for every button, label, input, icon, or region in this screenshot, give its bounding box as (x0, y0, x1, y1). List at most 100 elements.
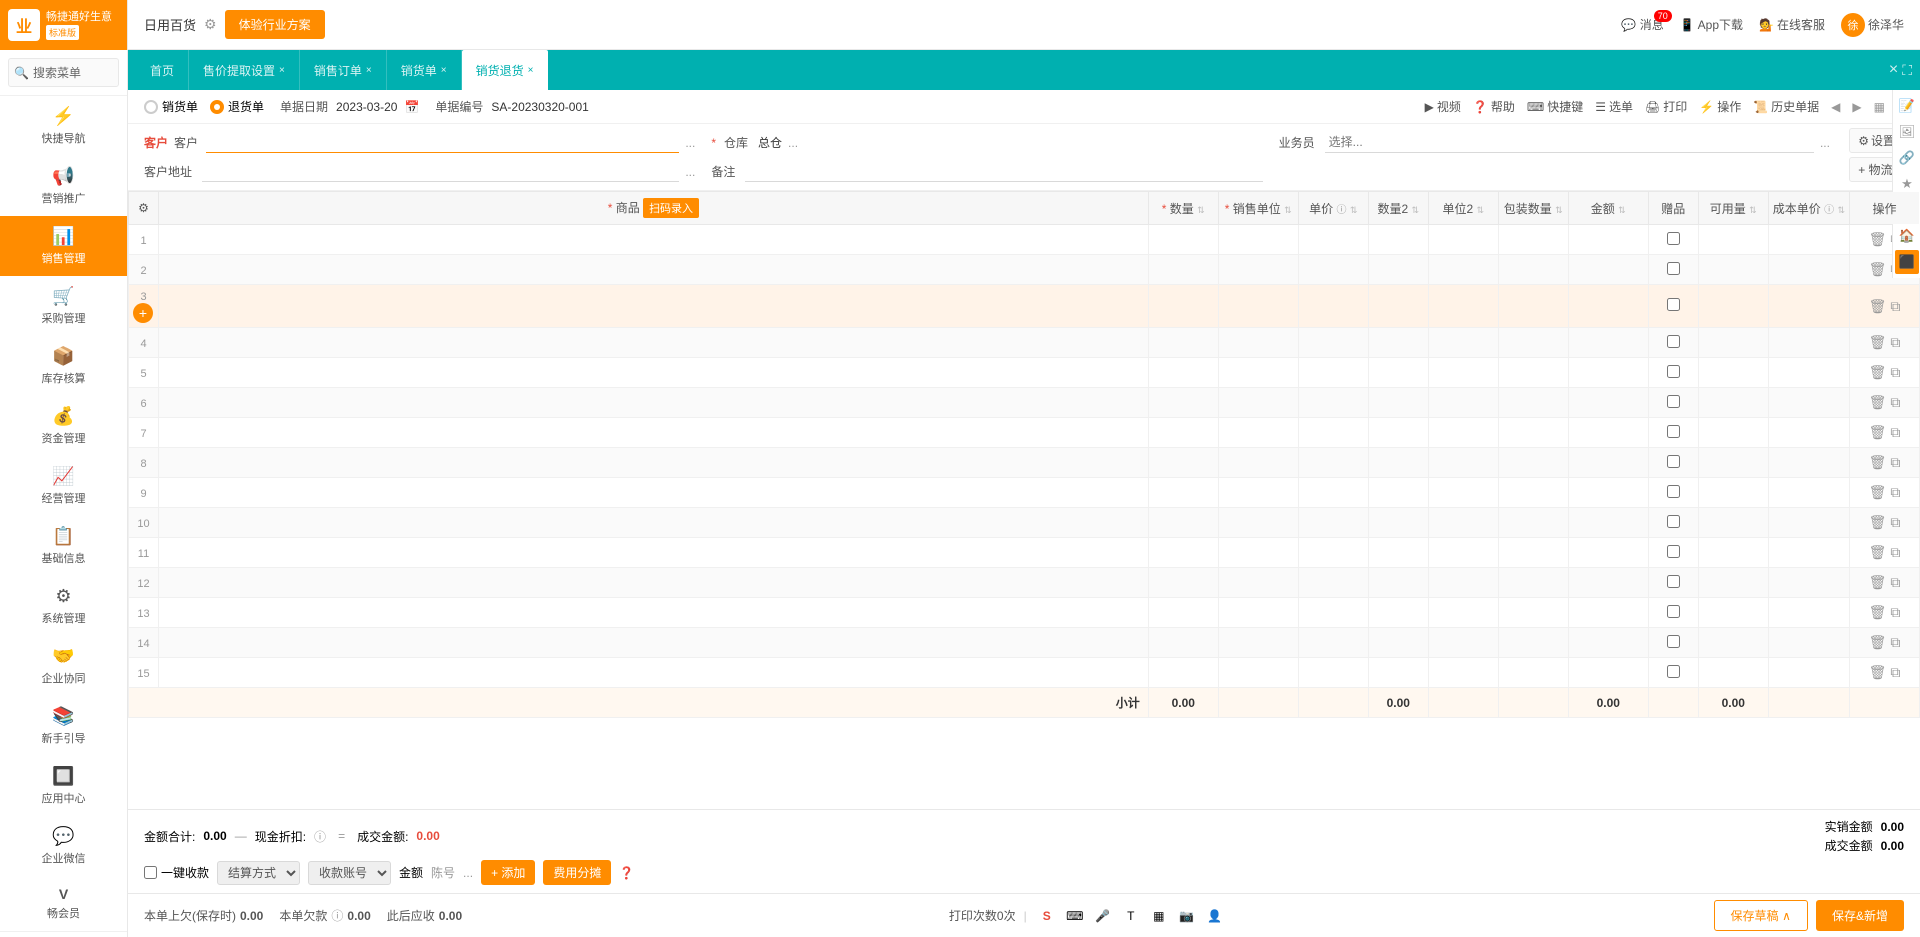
fee-help-icon[interactable]: ❓ (619, 866, 634, 880)
customer-lookup-icon[interactable]: ... (685, 136, 695, 150)
row-product[interactable] (159, 568, 1149, 598)
row-qty2[interactable] (1368, 568, 1428, 598)
row-price[interactable] (1298, 508, 1368, 538)
remark-input[interactable] (745, 161, 1262, 182)
copy-row-icon[interactable]: ⧉ (1890, 604, 1900, 620)
customer-input[interactable] (206, 132, 679, 153)
row-product[interactable] (159, 658, 1149, 688)
settlement-method-select[interactable]: 结算方式 (217, 861, 300, 885)
action-history[interactable]: 📜 历史单据 (1753, 98, 1819, 115)
sidebar-item-sales[interactable]: 📊 销售管理 (0, 216, 127, 276)
row-product[interactable] (159, 358, 1149, 388)
row-price[interactable] (1298, 328, 1368, 358)
gift-checkbox[interactable] (1667, 262, 1680, 275)
gift-checkbox[interactable] (1667, 635, 1680, 648)
row-qty[interactable] (1148, 418, 1218, 448)
row-gift[interactable] (1648, 418, 1698, 448)
bank-lookup-icon[interactable]: ... (463, 866, 473, 880)
row-qty[interactable] (1148, 628, 1218, 658)
row-unit[interactable] (1218, 628, 1298, 658)
action-operation[interactable]: ⚡ 操作 (1699, 98, 1741, 115)
row-unit[interactable] (1218, 478, 1298, 508)
row-qty2[interactable] (1368, 508, 1428, 538)
copy-row-icon[interactable]: ⧉ (1890, 454, 1900, 470)
gift-checkbox[interactable] (1667, 335, 1680, 348)
row-cost[interactable] (1768, 388, 1849, 418)
row-qty[interactable] (1148, 448, 1218, 478)
avail-sort-icon[interactable]: ⇅ (1749, 205, 1757, 215)
row-pkg[interactable] (1498, 225, 1568, 255)
calendar-icon[interactable]: 📅 (404, 100, 419, 114)
expand-icon[interactable]: ⛶ (1902, 62, 1912, 79)
sidebar-item-shortcut[interactable]: ⚡ 快捷导航 (0, 96, 127, 156)
row-available[interactable] (1698, 568, 1768, 598)
table-settings-icon[interactable]: ⚙ (138, 201, 149, 215)
row-amount[interactable] (1568, 628, 1648, 658)
row-cost[interactable] (1768, 508, 1849, 538)
row-pkg[interactable] (1498, 328, 1568, 358)
delete-row-icon[interactable]: 🗑 (1869, 298, 1887, 314)
discount-info-icon[interactable]: ⓘ (314, 828, 326, 845)
copy-row-icon[interactable]: ⧉ (1890, 424, 1900, 440)
row-qty2[interactable] (1368, 285, 1428, 328)
delete-row-icon[interactable]: 🗑 (1869, 514, 1887, 530)
row-qty2[interactable] (1368, 658, 1428, 688)
row-unit[interactable] (1218, 225, 1298, 255)
address-lookup-icon[interactable]: ... (685, 165, 695, 179)
grid-toggle-icon[interactable]: ▦ (1874, 100, 1885, 114)
row-gift[interactable] (1648, 358, 1698, 388)
sidebar-item-member[interactable]: V 畅会员 (0, 876, 127, 931)
row-price[interactable] (1298, 418, 1368, 448)
row-pkg[interactable] (1498, 388, 1568, 418)
row-gift[interactable] (1648, 225, 1698, 255)
row-amount[interactable] (1568, 538, 1648, 568)
row-unit[interactable] (1218, 418, 1298, 448)
app-download-button[interactable]: 📱 App下载 (1680, 16, 1743, 33)
gift-checkbox[interactable] (1667, 455, 1680, 468)
tab-price-setting[interactable]: 售价提取设置 × (189, 50, 300, 90)
warehouse-lookup-icon[interactable]: ... (788, 136, 798, 150)
address-input[interactable] (202, 161, 679, 182)
row-amount[interactable] (1568, 568, 1648, 598)
row-qty[interactable] (1148, 598, 1218, 628)
row-amount[interactable] (1568, 255, 1648, 285)
save-draft-button[interactable]: 保存草稿 ∧ (1714, 900, 1808, 931)
row-pkg[interactable] (1498, 628, 1568, 658)
row-amount[interactable] (1568, 285, 1648, 328)
row-gift[interactable] (1648, 255, 1698, 285)
fee-split-button[interactable]: 费用分摊 (543, 860, 611, 885)
row-unit[interactable] (1218, 658, 1298, 688)
copy-row-icon[interactable]: ⧉ (1890, 334, 1900, 350)
keyboard-bottom-icon[interactable]: ⌨ (1063, 904, 1087, 928)
row-unit2[interactable] (1428, 285, 1498, 328)
row-qty2[interactable] (1368, 255, 1428, 285)
row-pkg[interactable] (1498, 568, 1568, 598)
row-pkg[interactable] (1498, 598, 1568, 628)
row-unit2[interactable] (1428, 388, 1498, 418)
gift-checkbox[interactable] (1667, 395, 1680, 408)
cost-sort-icon[interactable]: ⇅ (1837, 205, 1845, 215)
sidebar-item-apps[interactable]: 🔲 应用中心 (0, 756, 127, 816)
row-price[interactable] (1298, 568, 1368, 598)
gear-icon[interactable]: ⚙ (204, 16, 217, 33)
row-cost[interactable] (1768, 328, 1849, 358)
row-pkg[interactable] (1498, 508, 1568, 538)
row-unit[interactable] (1218, 388, 1298, 418)
row-unit[interactable] (1218, 568, 1298, 598)
person-bottom-icon[interactable]: 👤 (1203, 904, 1227, 928)
row-available[interactable] (1698, 388, 1768, 418)
row-amount[interactable] (1568, 358, 1648, 388)
row-qty[interactable] (1148, 358, 1218, 388)
row-unit2[interactable] (1428, 225, 1498, 255)
gift-checkbox[interactable] (1667, 605, 1680, 618)
row-qty[interactable] (1148, 225, 1218, 255)
delete-row-icon[interactable]: 🗑 (1869, 664, 1887, 680)
sidebar-item-basic[interactable]: 📋 基础信息 (0, 516, 127, 576)
row-gift[interactable] (1648, 478, 1698, 508)
row-qty2[interactable] (1368, 225, 1428, 255)
sidebar-item-operation[interactable]: 📈 经营管理 (0, 456, 127, 516)
user-profile[interactable]: 徐 徐泽华 (1841, 13, 1904, 37)
row-unit[interactable] (1218, 358, 1298, 388)
row-amount[interactable] (1568, 658, 1648, 688)
tab-close-sales-return[interactable]: × (528, 65, 534, 76)
